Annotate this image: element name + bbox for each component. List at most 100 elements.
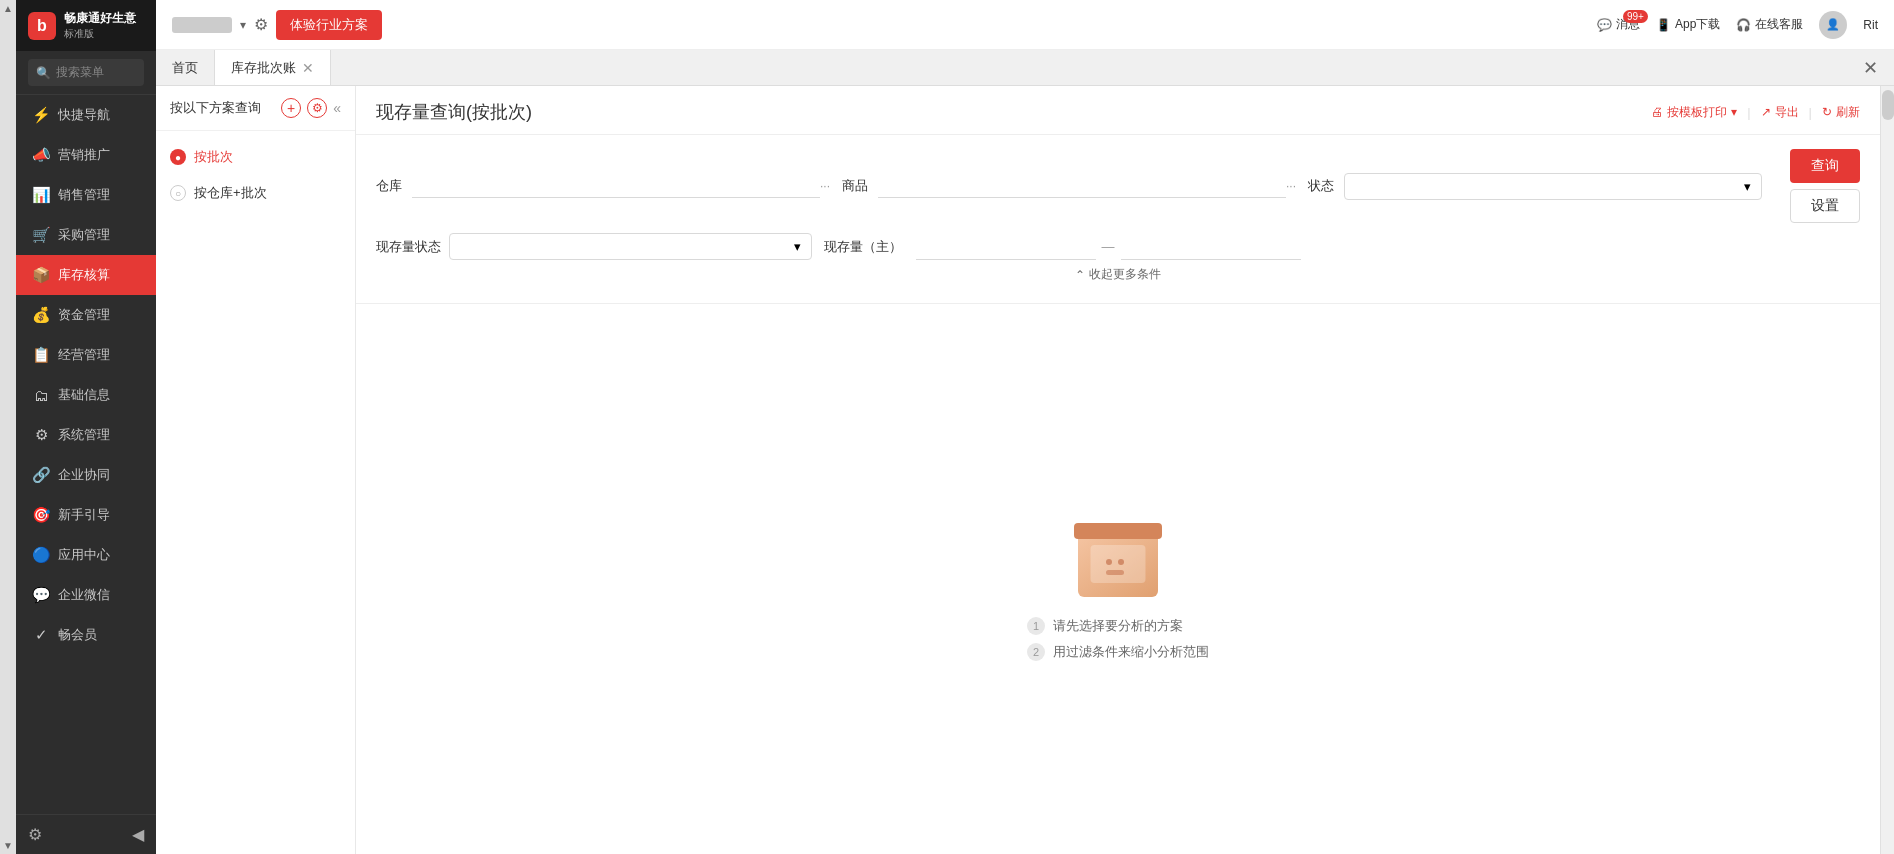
edition-label: 标准版 [64, 27, 136, 41]
sidebar-item-basic[interactable]: 🗂 基础信息 [16, 375, 156, 415]
sidebar-item-member[interactable]: ✓ 畅会员 [16, 615, 156, 655]
export-btn[interactable]: ↗ 导出 [1761, 104, 1799, 121]
sidebar-item-marketing[interactable]: 📣 营销推广 [16, 135, 156, 175]
inventory-icon: 📦 [32, 266, 50, 284]
finance-icon: 💰 [32, 306, 50, 324]
sales-icon: 📊 [32, 186, 50, 204]
app-download-btn[interactable]: 📱 App下载 [1656, 16, 1720, 33]
topbar: ▾ ⚙ 体验行业方案 💬 消息 99+ 📱 App下载 🎧 在线客服 👤 Rit [156, 0, 1894, 50]
username-label[interactable]: Rit [1863, 18, 1878, 32]
sidebar-item-sales[interactable]: 📊 销售管理 [16, 175, 156, 215]
sidebar-item-label: 基础信息 [58, 386, 110, 404]
product-input[interactable] [878, 174, 1286, 198]
sidebar-search-section[interactable]: 🔍 搜索菜单 [16, 51, 156, 95]
breadcrumb-dropdown-btn[interactable]: ▾ [240, 18, 246, 32]
newbie-icon: 🎯 [32, 506, 50, 524]
sidebar-settings-icon[interactable]: ⚙ [28, 825, 42, 844]
tip-item-2: 2 用过滤条件来缩小分析范围 [1027, 643, 1209, 661]
topbar-gear-icon[interactable]: ⚙ [254, 15, 268, 34]
stock-qty-max-input[interactable] [1121, 234, 1301, 260]
sidebar-item-inventory[interactable]: 📦 库存核算 [16, 255, 156, 295]
topbar-left: ▾ ⚙ 体验行业方案 [172, 10, 1585, 40]
stock-status-select[interactable]: ▾ [449, 233, 812, 260]
purchase-icon: 🛒 [32, 226, 50, 244]
breadcrumb [172, 17, 232, 33]
sidebar-item-newbie[interactable]: 🎯 新手引导 [16, 495, 156, 535]
settings-button[interactable]: 设置 [1790, 189, 1860, 223]
search-row-2: 现存量状态 ▾ 现存量（主） — [376, 233, 1860, 260]
sidebar-item-operation[interactable]: 📋 经营管理 [16, 335, 156, 375]
enterprise-wx-icon: 💬 [32, 586, 50, 604]
query-buttons: 查询 设置 [1790, 149, 1860, 223]
message-badge: 99+ [1623, 10, 1648, 23]
warehouse-input[interactable] [412, 174, 820, 198]
search-form: 仓库 ··· 商品 ··· 状态 ▾ [356, 135, 1880, 304]
tab-home[interactable]: 首页 [156, 50, 215, 85]
sidebar-collapse-icon[interactable]: ◀ [132, 825, 144, 844]
status-label: 状态 [1308, 177, 1336, 195]
member-icon: ✓ [32, 626, 50, 644]
content-area: 按以下方案查询 + ⚙ « ● 按批次 ○ 按仓库+批次 [156, 86, 1894, 854]
print-dropdown-icon: ▾ [1731, 105, 1737, 119]
sidebar-item-app-center[interactable]: 🔵 应用中心 [16, 535, 156, 575]
result-area: 1 请先选择要分析的方案 2 用过滤条件来缩小分析范围 [356, 304, 1880, 854]
refresh-btn[interactable]: ↻ 刷新 [1822, 104, 1860, 121]
action-divider-1: | [1747, 105, 1750, 120]
online-service-btn[interactable]: 🎧 在线客服 [1736, 16, 1803, 33]
right-scrollbar [1880, 86, 1894, 854]
tip-text-2: 用过滤条件来缩小分析范围 [1053, 643, 1209, 661]
sidebar-item-purchase[interactable]: 🛒 采购管理 [16, 215, 156, 255]
filter-item-by-batch[interactable]: ● 按批次 [156, 139, 355, 175]
warehouse-field: 仓库 ··· [376, 174, 830, 198]
export-label: 导出 [1775, 104, 1799, 121]
user-avatar[interactable]: 👤 [1819, 11, 1847, 39]
collapse-label: 收起更多条件 [1089, 266, 1161, 283]
topbar-right: 💬 消息 99+ 📱 App下载 🎧 在线客服 👤 Rit [1597, 11, 1878, 39]
filter-collapse-btn[interactable]: « [333, 100, 341, 116]
close-all-tabs-btn[interactable]: ✕ [1855, 57, 1886, 79]
search-menu-label: 搜索菜单 [56, 64, 104, 81]
product-more-btn[interactable]: ··· [1286, 179, 1296, 193]
filter-add-button[interactable]: + [281, 98, 301, 118]
action-divider-2: | [1809, 105, 1812, 120]
operation-icon: 📋 [32, 346, 50, 364]
warehouse-label: 仓库 [376, 177, 404, 195]
tab-home-label: 首页 [172, 59, 198, 77]
service-icon: 🎧 [1736, 18, 1751, 32]
trial-industry-button[interactable]: 体验行业方案 [276, 10, 382, 40]
tab-close-icon[interactable]: ✕ [302, 60, 314, 76]
app-title-block: 畅康通好生意 标准版 [64, 10, 136, 41]
print-template-btn[interactable]: 🖨 按模板打印 ▾ [1651, 104, 1737, 121]
sidebar-item-system[interactable]: ⚙ 系统管理 [16, 415, 156, 455]
filter-panel: 按以下方案查询 + ⚙ « ● 按批次 ○ 按仓库+批次 [156, 86, 356, 854]
status-select[interactable]: ▾ [1344, 173, 1762, 200]
sidebar-item-quick-nav[interactable]: ⚡ 快捷导航 [16, 95, 156, 135]
tip-num-2: 2 [1027, 643, 1045, 661]
page-header: 现存量查询(按批次) 🖨 按模板打印 ▾ | ↗ 导出 | ↻ [356, 86, 1880, 135]
scroll-down-arrow[interactable]: ▼ [0, 837, 16, 854]
main-area: ▾ ⚙ 体验行业方案 💬 消息 99+ 📱 App下载 🎧 在线客服 👤 Rit [156, 0, 1894, 854]
query-button[interactable]: 查询 [1790, 149, 1860, 183]
sidebar-item-enterprise-wx[interactable]: 💬 企业微信 [16, 575, 156, 615]
filter-settings-button[interactable]: ⚙ [307, 98, 327, 118]
sidebar-item-label: 系统管理 [58, 426, 110, 444]
sidebar-item-enterprise[interactable]: 🔗 企业协同 [16, 455, 156, 495]
sidebar-item-finance[interactable]: 💰 资金管理 [16, 295, 156, 335]
message-btn[interactable]: 💬 消息 99+ [1597, 16, 1640, 33]
filter-item-by-warehouse-batch[interactable]: ○ 按仓库+批次 [156, 175, 355, 211]
app-download-icon: 📱 [1656, 18, 1671, 32]
stock-qty-min-input[interactable] [916, 234, 1096, 260]
filter-items-list: ● 按批次 ○ 按仓库+批次 [156, 131, 355, 219]
sidebar-item-label: 销售管理 [58, 186, 110, 204]
scroll-up-arrow[interactable]: ▲ [0, 0, 16, 17]
page-actions: 🖨 按模板打印 ▾ | ↗ 导出 | ↻ 刷新 [1651, 104, 1860, 121]
collapse-more-btn[interactable]: ⌃ 收起更多条件 [376, 260, 1860, 289]
product-field: 商品 ··· [842, 174, 1296, 198]
warehouse-more-btn[interactable]: ··· [820, 179, 830, 193]
search-menu-input[interactable]: 🔍 搜索菜单 [28, 59, 144, 86]
sidebar-scroll[interactable]: ▲ ▼ [0, 0, 16, 854]
main-panel: 现存量查询(按批次) 🖨 按模板打印 ▾ | ↗ 导出 | ↻ [356, 86, 1880, 854]
refresh-icon: ↻ [1822, 105, 1832, 119]
tab-inventory-batch[interactable]: 库存批次账 ✕ [215, 50, 331, 85]
page-title: 现存量查询(按批次) [376, 100, 532, 124]
